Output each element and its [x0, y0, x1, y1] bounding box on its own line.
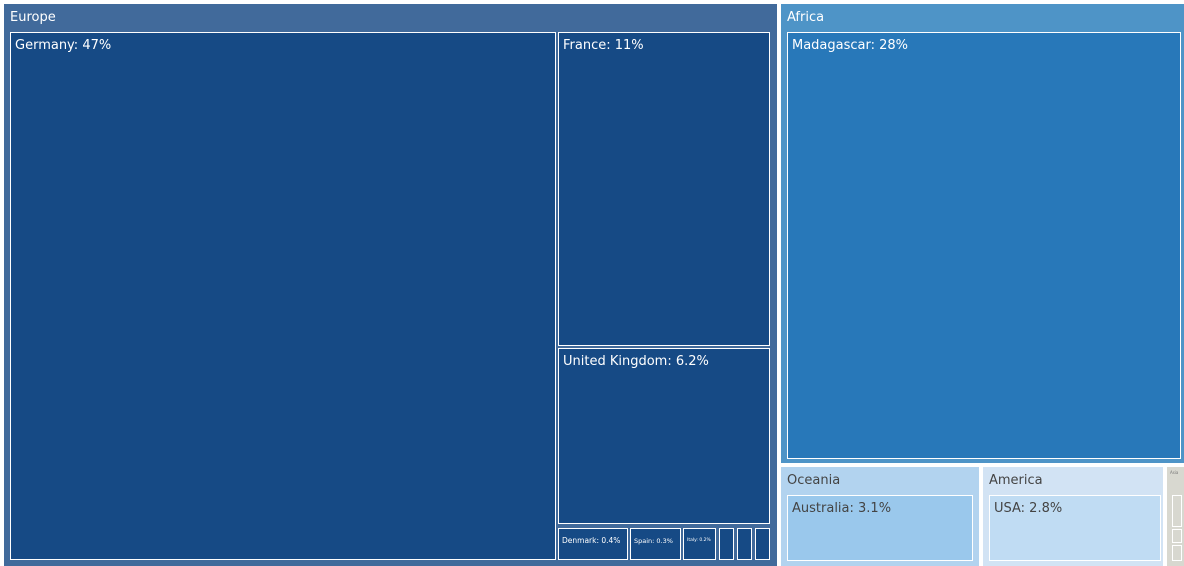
region-label: Africa — [787, 10, 825, 25]
treemap-tile[interactable] — [755, 528, 770, 560]
tile-label: France: 11% — [563, 38, 644, 53]
tile-label: United Kingdom: 6.2% — [563, 354, 709, 369]
region-oceania[interactable]: Oceania Australia: 3.1% — [781, 467, 979, 566]
treemap-tile[interactable]: United Kingdom: 6.2% — [558, 348, 770, 524]
tile-label: Germany: 47% — [15, 38, 112, 53]
tile-label: Australia: 3.1% — [792, 501, 892, 516]
treemap-tile[interactable] — [1172, 545, 1182, 561]
region-label: Europe — [10, 10, 56, 25]
treemap-tile[interactable]: France: 11% — [558, 32, 770, 346]
treemap-tile[interactable] — [1172, 495, 1182, 527]
treemap-tile[interactable]: Italy: 0.2% — [683, 528, 716, 560]
treemap-tile[interactable]: Spain: 0.3% — [630, 528, 681, 560]
region-america[interactable]: America USA: 2.8% — [983, 467, 1163, 566]
treemap-tile[interactable] — [1172, 529, 1182, 543]
tile-label: Madagascar: 28% — [792, 38, 909, 53]
treemap-tile[interactable]: Germany: 47% — [10, 32, 556, 560]
tile-label: Denmark: 0.4% — [562, 536, 621, 545]
region-label: Oceania — [787, 473, 841, 488]
region-africa[interactable]: Africa Madagascar: 28% — [781, 4, 1184, 463]
region-europe[interactable]: Europe Germany: 47% France: 11% United King… — [4, 4, 777, 566]
treemap-tile[interactable] — [719, 528, 734, 560]
treemap-chart: Europe Germany: 47% France: 11% United King… — [0, 0, 1184, 566]
treemap-tile[interactable]: USA: 2.8% — [989, 495, 1161, 561]
tile-label: USA: 2.8% — [994, 501, 1063, 516]
region-asia[interactable]: Asia — [1167, 467, 1184, 566]
tile-label: Italy: 0.2% — [687, 538, 711, 543]
treemap-tile[interactable]: Madagascar: 28% — [787, 32, 1181, 459]
region-label: Asia — [1170, 470, 1179, 475]
treemap-tile[interactable]: Australia: 3.1% — [787, 495, 973, 561]
region-label: America — [989, 473, 1043, 488]
treemap-tile[interactable] — [737, 528, 752, 560]
tile-label: Spain: 0.3% — [634, 537, 673, 545]
treemap-tile[interactable]: Denmark: 0.4% — [558, 528, 628, 560]
